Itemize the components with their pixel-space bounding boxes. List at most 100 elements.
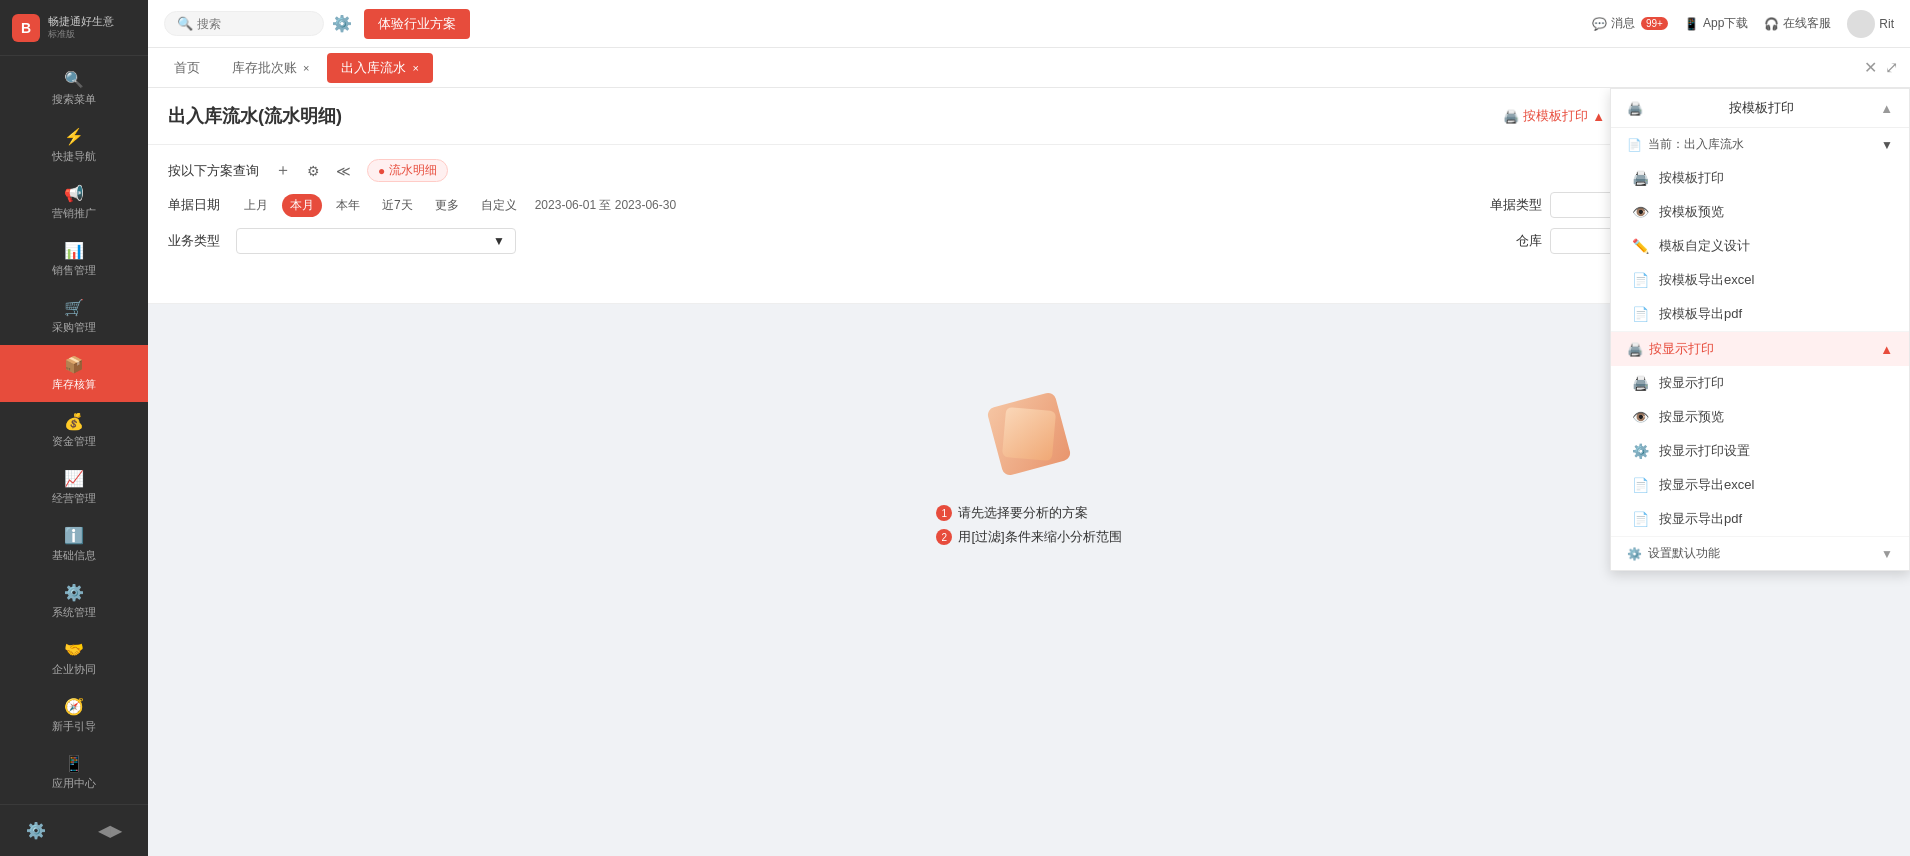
template-custom-label: 模板自定义设计 <box>1659 237 1750 255</box>
trial-button[interactable]: 体验行业方案 <box>364 9 470 39</box>
template-preview-icon: 👁️ <box>1631 204 1649 220</box>
user-profile[interactable]: Rit <box>1847 10 1894 38</box>
template-pdf-icon: 📄 <box>1631 306 1649 322</box>
sidebar-item-marketing[interactable]: 📢 营销推广 <box>0 174 148 231</box>
empty-hint-list: 1 请先选择要分析的方案 2 用[过滤]条件来缩小分析范围 <box>936 504 1121 546</box>
template-preview-label: 按模板预览 <box>1659 203 1724 221</box>
dropdown-header-arrow[interactable]: ▲ <box>1880 101 1893 116</box>
sidebar-item-label: 企业协同 <box>52 662 96 677</box>
sidebar-item-label: 搜索菜单 <box>52 92 96 107</box>
footer-settings-icon: ⚙️ <box>1627 547 1642 561</box>
hint-item-2: 2 用[过滤]条件来缩小分析范围 <box>936 528 1121 546</box>
sidebar-item-system[interactable]: ⚙️ 系统管理 <box>0 573 148 630</box>
tab-close-all-btn[interactable]: ✕ <box>1864 58 1877 77</box>
dropdown-item-display-preview[interactable]: 👁️ 按显示预览 <box>1611 400 1909 434</box>
hint-text-1: 请先选择要分析的方案 <box>958 504 1088 522</box>
template-excel-icon: 📄 <box>1631 272 1649 288</box>
tab-inout-flow-close[interactable]: × <box>412 62 418 74</box>
sidebar-collapse-btn[interactable]: ◀▶ <box>94 817 126 844</box>
date-option-custom[interactable]: 自定义 <box>473 194 525 217</box>
message-label: 消息 <box>1611 15 1635 32</box>
gear-icon[interactable]: ⚙️ <box>332 14 352 33</box>
sidebar-item-label: 快捷导航 <box>52 149 96 164</box>
display-pdf-icon: 📄 <box>1631 511 1649 527</box>
date-option-this-month[interactable]: 本月 <box>282 194 322 217</box>
dropdown-item-template-print[interactable]: 🖨️ 按模板打印 <box>1611 161 1909 195</box>
sidebar-item-operations[interactable]: 📈 经营管理 <box>0 459 148 516</box>
tab-home[interactable]: 首页 <box>160 53 214 83</box>
current-template-arrow[interactable]: ▼ <box>1881 138 1893 152</box>
sidebar-item-inventory[interactable]: 📦 库存核算 <box>0 345 148 402</box>
dropdown-item-display-excel[interactable]: 📄 按显示导出excel <box>1611 468 1909 502</box>
sidebar: B 畅捷通好生意 标准版 🔍 搜索菜单 ⚡ 快捷导航 📢 营销推广 📊 销售管理… <box>0 0 148 856</box>
dropdown-footer[interactable]: ⚙️ 设置默认功能 ▼ <box>1611 537 1909 570</box>
tab-inout-flow[interactable]: 出入库流水 × <box>327 53 432 83</box>
sidebar-settings-btn[interactable]: ⚙️ <box>22 817 50 844</box>
display-pdf-label: 按显示导出pdf <box>1659 510 1742 528</box>
display-print-icon: 🖨️ <box>1631 375 1649 391</box>
sidebar-item-purchase[interactable]: 🛒 采购管理 <box>0 288 148 345</box>
filter-collapse-button[interactable]: ≪ <box>336 163 351 179</box>
date-option-this-year[interactable]: 本年 <box>328 194 368 217</box>
customer-service-item[interactable]: 🎧 在线客服 <box>1764 15 1831 32</box>
search-icon: 🔍 <box>177 16 193 31</box>
marketing-icon: 📢 <box>64 184 84 203</box>
print-dropdown-arrow: ▲ <box>1592 109 1605 124</box>
print-icon: 🖨️ <box>1503 109 1519 124</box>
display-preview-label: 按显示预览 <box>1659 408 1724 426</box>
dropdown-item-display-settings[interactable]: ⚙️ 按显示打印设置 <box>1611 434 1909 468</box>
tab-batch-account-close[interactable]: × <box>303 62 309 74</box>
dropdown-item-template-custom[interactable]: ✏️ 模板自定义设计 <box>1611 229 1909 263</box>
dropdown-item-display-print[interactable]: 🖨️ 按显示打印 <box>1611 366 1909 400</box>
dropdown-item-template-preview[interactable]: 👁️ 按模板预览 <box>1611 195 1909 229</box>
dropdown-item-template-pdf[interactable]: 📄 按模板导出pdf <box>1611 297 1909 331</box>
customer-service-label: 在线客服 <box>1783 15 1831 32</box>
tab-batch-account-label: 库存批次账 <box>232 59 297 77</box>
search-input[interactable] <box>197 17 307 31</box>
hint-text-2: 用[过滤]条件来缩小分析范围 <box>958 528 1121 546</box>
avatar <box>1847 10 1875 38</box>
tab-expand-buttons: ✕ ⤢ <box>1864 58 1898 77</box>
sidebar-item-app-center[interactable]: 📱 应用中心 <box>0 744 148 801</box>
current-template-icon: 📄 <box>1627 138 1642 152</box>
tab-batch-account[interactable]: 库存批次账 × <box>218 53 323 83</box>
date-option-last-month[interactable]: 上月 <box>236 194 276 217</box>
business-type-label: 业务类型 <box>168 232 220 250</box>
sidebar-item-search[interactable]: 🔍 搜索菜单 <box>0 60 148 117</box>
sidebar-item-label: 库存核算 <box>52 377 96 392</box>
search-box[interactable]: 🔍 <box>164 11 324 36</box>
sidebar-item-label: 基础信息 <box>52 548 96 563</box>
hint-num-1: 1 <box>936 505 952 521</box>
filter-settings-button[interactable]: ⚙ <box>307 163 320 179</box>
date-option-last-7-days[interactable]: 近7天 <box>374 194 421 217</box>
date-filter-label: 单据日期 <box>168 196 220 214</box>
tab-expand-btn[interactable]: ⤢ <box>1885 58 1898 77</box>
date-option-more[interactable]: 更多 <box>427 194 467 217</box>
business-type-input[interactable]: ▼ <box>236 228 516 254</box>
print-template-btn[interactable]: 🖨️ 按模板打印 ▲ <box>1503 107 1605 125</box>
basic-info-icon: ℹ️ <box>64 526 84 545</box>
dropdown-footer-label: 设置默认功能 <box>1648 545 1720 562</box>
date-range-display: 2023-06-01 至 2023-06-30 <box>535 197 676 214</box>
filter-add-button[interactable]: ＋ <box>275 160 291 181</box>
service-icon: 🎧 <box>1764 17 1779 31</box>
sidebar-item-basic-info[interactable]: ℹ️ 基础信息 <box>0 516 148 573</box>
sidebar-item-label: 应用中心 <box>52 776 96 791</box>
operations-icon: 📈 <box>64 469 84 488</box>
sidebar-item-quick-nav[interactable]: ⚡ 快捷导航 <box>0 117 148 174</box>
sidebar-item-label: 营销推广 <box>52 206 96 221</box>
sidebar-item-sales[interactable]: 📊 销售管理 <box>0 231 148 288</box>
dropdown-item-display-pdf[interactable]: 📄 按显示导出pdf <box>1611 502 1909 536</box>
sidebar-item-guide[interactable]: 🧭 新手引导 <box>0 687 148 744</box>
user-name: Rit <box>1879 17 1894 31</box>
sidebar-item-finance[interactable]: 💰 资金管理 <box>0 402 148 459</box>
sidebar-item-label: 采购管理 <box>52 320 96 335</box>
sidebar-item-collab[interactable]: 🤝 企业协同 <box>0 630 148 687</box>
filter-tag[interactable]: ● 流水明细 <box>367 159 448 182</box>
app-download-item[interactable]: 📱 App下载 <box>1684 15 1748 32</box>
message-item[interactable]: 💬 消息 99+ <box>1592 15 1668 32</box>
display-print-section-arrow[interactable]: ▲ <box>1880 342 1893 357</box>
display-preview-icon: 👁️ <box>1631 409 1649 425</box>
display-excel-label: 按显示导出excel <box>1659 476 1754 494</box>
dropdown-item-template-excel[interactable]: 📄 按模板导出excel <box>1611 263 1909 297</box>
